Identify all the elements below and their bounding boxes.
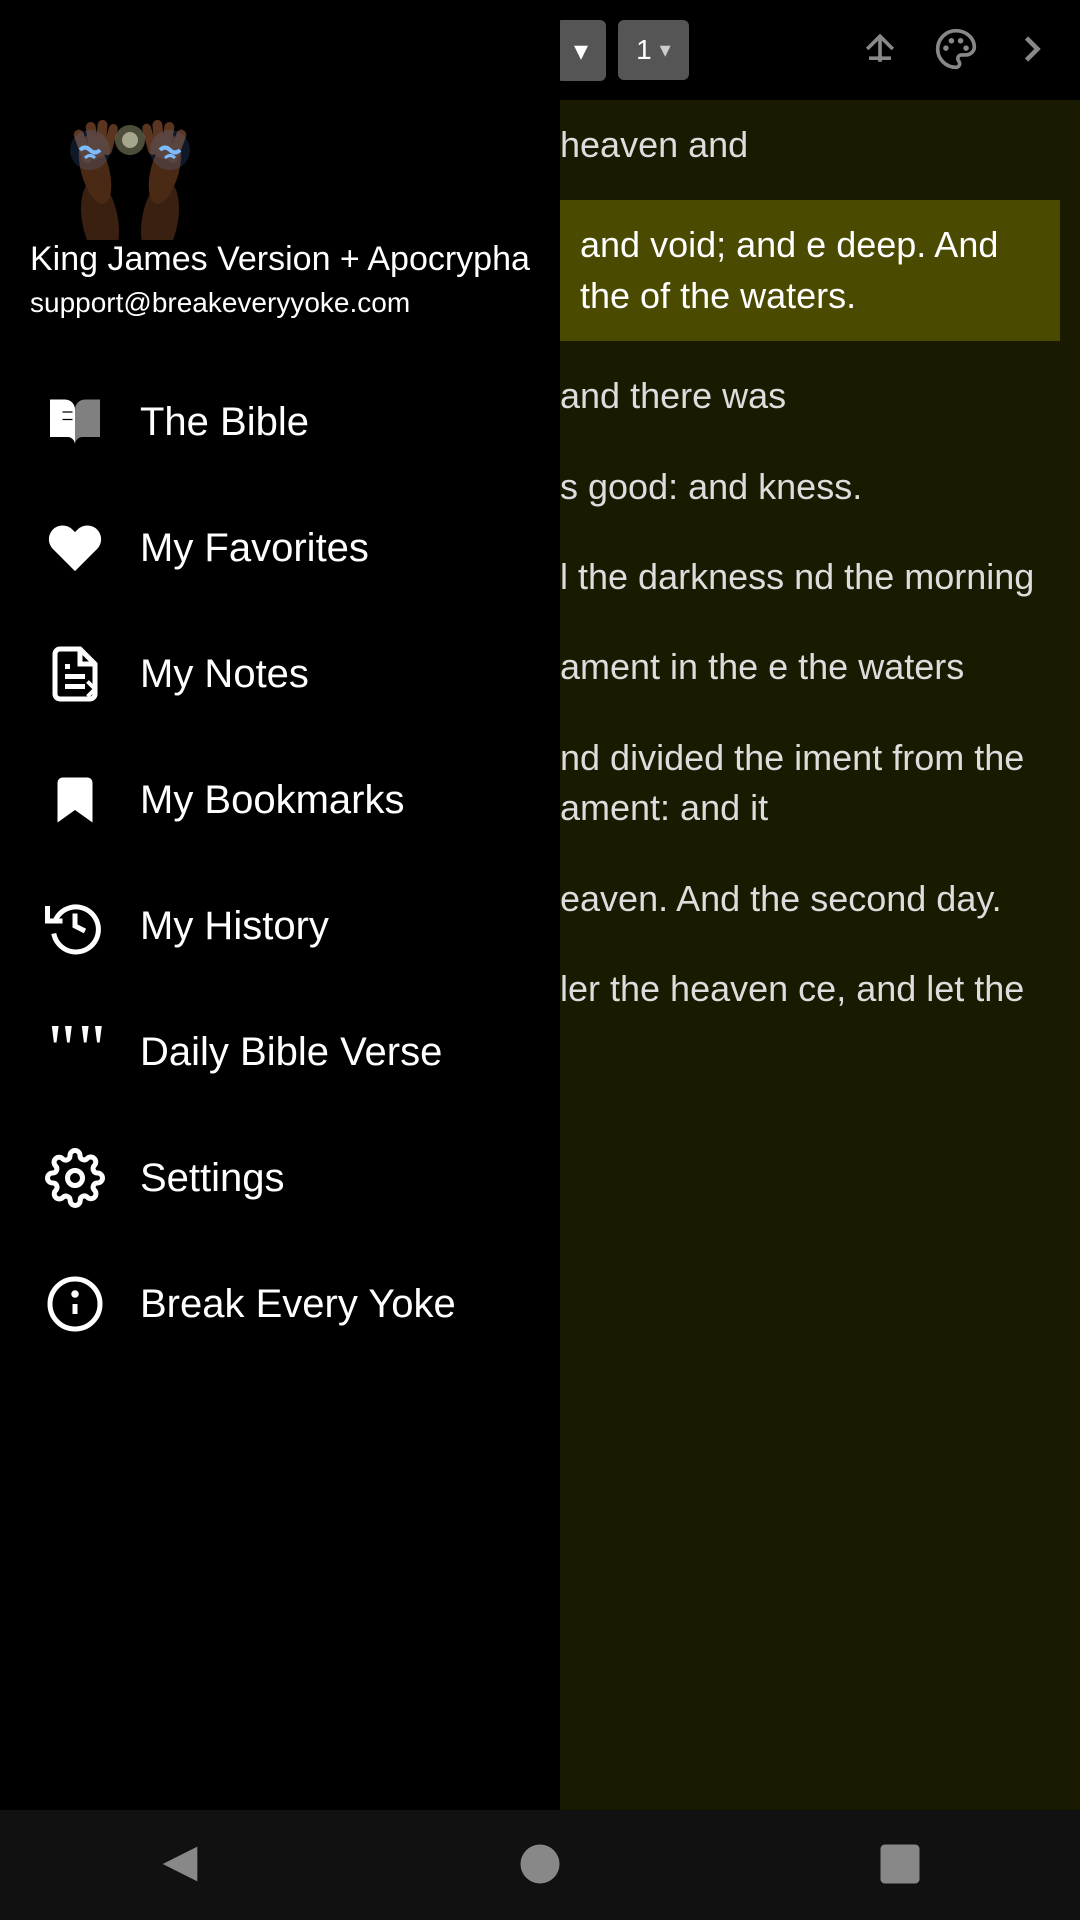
bottom-nav-bar <box>0 1810 1080 1920</box>
verse-text-8: eaven. And the second day. <box>560 874 1060 924</box>
verse-block-5: l the darkness nd the morning <box>560 532 1060 622</box>
verse-block-3: and there was <box>560 351 1060 441</box>
nav-label-daily-bible-verse: Daily Bible Verse <box>140 1030 442 1075</box>
book-dropdown-chevron: ▾ <box>574 34 588 67</box>
sort-icon-button[interactable] <box>848 17 912 84</box>
history-icon <box>40 891 110 961</box>
book-icon <box>40 387 110 457</box>
verse-block-2: and void; and e deep. And the of the wat… <box>560 200 1060 341</box>
nav-label-the-bible: The Bible <box>140 400 309 445</box>
verse-block-8: eaven. And the second day. <box>560 854 1060 944</box>
palette-icon-button[interactable] <box>924 17 988 84</box>
nav-item-my-favorites[interactable]: My Favorites <box>30 485 530 611</box>
logo-area: King James Version + Apocrypha support@b… <box>30 40 530 319</box>
verse-text-2: and void; and e deep. And the of the wat… <box>580 220 1040 321</box>
nav-item-break-every-yoke[interactable]: Break Every Yoke <box>30 1241 530 1367</box>
chapter-dropdown-chevron: ▾ <box>660 37 671 63</box>
nav-drawer: King James Version + Apocrypha support@b… <box>0 0 560 1920</box>
verse-text-1: heaven and <box>560 120 1060 170</box>
verse-text-5: l the darkness nd the morning <box>560 552 1060 602</box>
verse-text-9: ler the heaven ce, and let the <box>560 964 1060 1014</box>
nav-label-my-favorites: My Favorites <box>140 526 369 571</box>
verse-block-7: nd divided the iment from the ament: and… <box>560 713 1060 854</box>
verse-text-6: ament in the e the waters <box>560 642 1060 692</box>
home-button[interactable] <box>498 1822 582 1909</box>
chapter-dropdown[interactable]: 1 ▾ <box>618 20 689 80</box>
toolbar: ▾ 1 ▾ <box>540 0 1080 100</box>
notes-icon <box>40 639 110 709</box>
quote-icon: " " <box>40 1017 110 1087</box>
verse-text-7: nd divided the iment from the ament: and… <box>560 733 1060 834</box>
svg-text:": " <box>48 1022 77 1082</box>
nav-label-my-history: My History <box>140 904 329 949</box>
app-logo <box>30 40 230 240</box>
verse-block-9: ler the heaven ce, and let the <box>560 944 1060 1034</box>
heart-icon <box>40 513 110 583</box>
nav-item-settings[interactable]: Settings <box>30 1115 530 1241</box>
info-icon <box>40 1269 110 1339</box>
verse-block-6: ament in the e the waters <box>560 622 1060 712</box>
nav-label-break-every-yoke: Break Every Yoke <box>140 1282 456 1327</box>
nav-item-my-notes[interactable]: My Notes <box>30 611 530 737</box>
verse-block-4: s good: and kness. <box>560 442 1060 532</box>
verse-block-1: heaven and <box>560 100 1060 190</box>
verse-text-4: s good: and kness. <box>560 462 1060 512</box>
nav-item-my-history[interactable]: My History <box>30 863 530 989</box>
nav-label-my-bookmarks: My Bookmarks <box>140 778 405 823</box>
bookmark-icon <box>40 765 110 835</box>
content-panel: ▾ 1 ▾ <box>540 0 1080 1920</box>
svg-text:": " <box>78 1022 106 1082</box>
book-dropdown[interactable]: ▾ <box>556 20 606 81</box>
recents-button[interactable] <box>858 1822 942 1909</box>
next-chapter-button[interactable] <box>1000 17 1064 84</box>
app-version-label: King James Version + Apocrypha <box>30 240 530 279</box>
back-button[interactable] <box>138 1822 222 1909</box>
nav-label-settings: Settings <box>140 1156 285 1201</box>
nav-item-daily-bible-verse[interactable]: " " Daily Bible Verse <box>30 989 530 1115</box>
nav-item-my-bookmarks[interactable]: My Bookmarks <box>30 737 530 863</box>
chapter-number: 1 <box>636 34 652 66</box>
nav-item-the-bible[interactable]: The Bible <box>30 359 530 485</box>
nav-label-my-notes: My Notes <box>140 652 309 697</box>
support-email-label: support@breakeveryyoke.com <box>30 287 410 319</box>
settings-icon <box>40 1143 110 1213</box>
bible-text-area: heaven and and void; and e deep. And the… <box>540 100 1080 1034</box>
verse-text-3: and there was <box>560 371 1060 421</box>
